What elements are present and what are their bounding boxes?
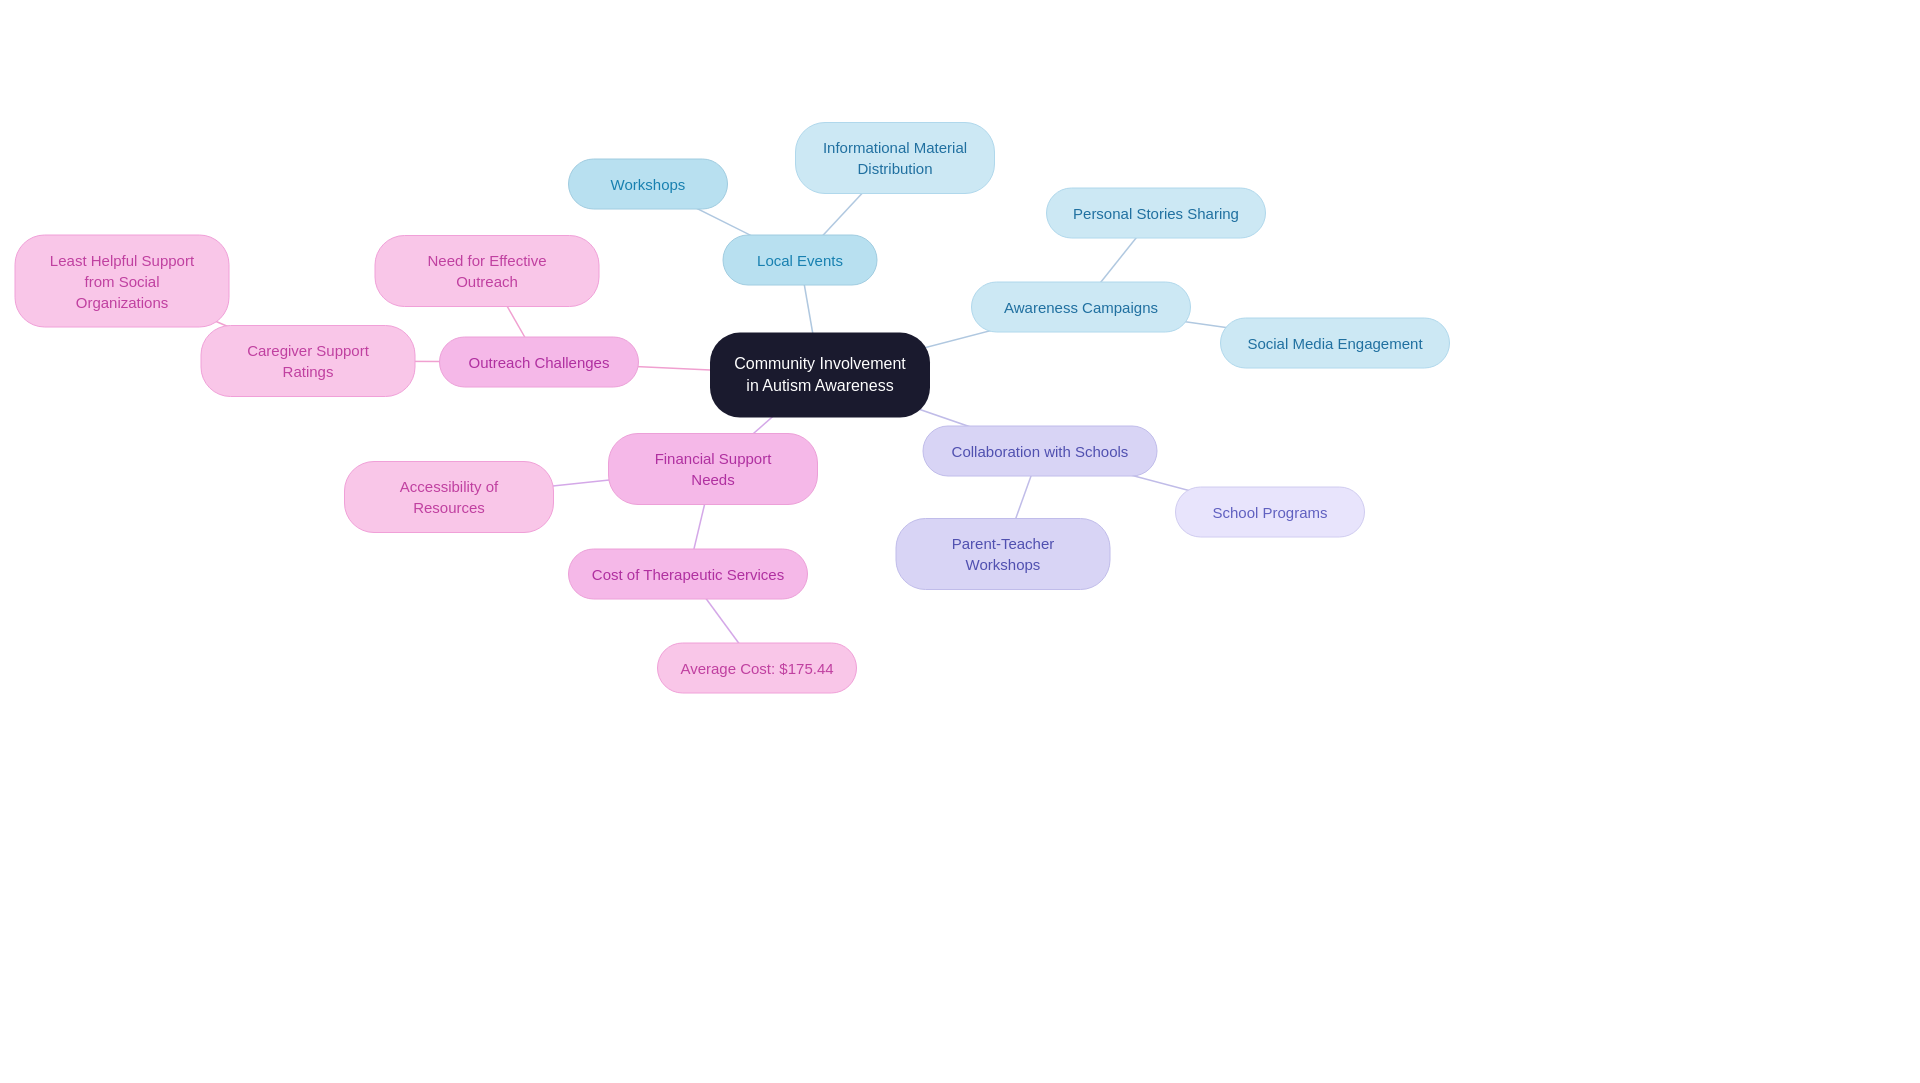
social-media-node: Social Media Engagement (1220, 318, 1450, 369)
personal-stories-label: Personal Stories Sharing (1073, 203, 1239, 224)
accessibility-node: Accessibility of Resources (344, 461, 554, 533)
informational-material-label: Informational Material Distribution (818, 137, 972, 179)
center-node: Community Involvement in Autism Awarenes… (710, 333, 930, 418)
caregiver-support-label: Caregiver Support Ratings (224, 340, 393, 382)
need-outreach-label: Need for Effective Outreach (398, 250, 577, 292)
awareness-campaigns-node: Awareness Campaigns (971, 282, 1191, 333)
awareness-campaigns-label: Awareness Campaigns (1004, 297, 1158, 318)
personal-stories-node: Personal Stories Sharing (1046, 188, 1266, 239)
collaboration-schools-label: Collaboration with Schools (952, 441, 1129, 462)
center-label: Community Involvement in Autism Awarenes… (734, 353, 906, 398)
local-events-label: Local Events (757, 250, 843, 271)
informational-material-node: Informational Material Distribution (795, 122, 995, 194)
workshops-node: Workshops (568, 159, 728, 210)
financial-support-node: Financial Support Needs (608, 433, 818, 505)
social-media-label: Social Media Engagement (1247, 333, 1422, 354)
caregiver-support-node: Caregiver Support Ratings (201, 325, 416, 397)
least-helpful-label: Least Helpful Support from Social Organi… (38, 250, 207, 313)
workshops-label: Workshops (611, 174, 686, 195)
parent-teacher-node: Parent-Teacher Workshops (896, 518, 1111, 590)
least-helpful-node: Least Helpful Support from Social Organi… (15, 235, 230, 328)
average-cost-label: Average Cost: $175.44 (680, 658, 833, 679)
need-outreach-node: Need for Effective Outreach (375, 235, 600, 307)
parent-teacher-label: Parent-Teacher Workshops (919, 533, 1088, 575)
collaboration-schools-node: Collaboration with Schools (923, 426, 1158, 477)
school-programs-label: School Programs (1212, 502, 1327, 523)
outreach-challenges-label: Outreach Challenges (469, 352, 610, 373)
cost-therapeutic-node: Cost of Therapeutic Services (568, 549, 808, 600)
cost-therapeutic-label: Cost of Therapeutic Services (592, 564, 784, 585)
accessibility-label: Accessibility of Resources (367, 476, 531, 518)
outreach-challenges-node: Outreach Challenges (439, 337, 639, 388)
local-events-node: Local Events (723, 235, 878, 286)
school-programs-node: School Programs (1175, 487, 1365, 538)
financial-support-label: Financial Support Needs (631, 448, 795, 490)
average-cost-node: Average Cost: $175.44 (657, 643, 857, 694)
